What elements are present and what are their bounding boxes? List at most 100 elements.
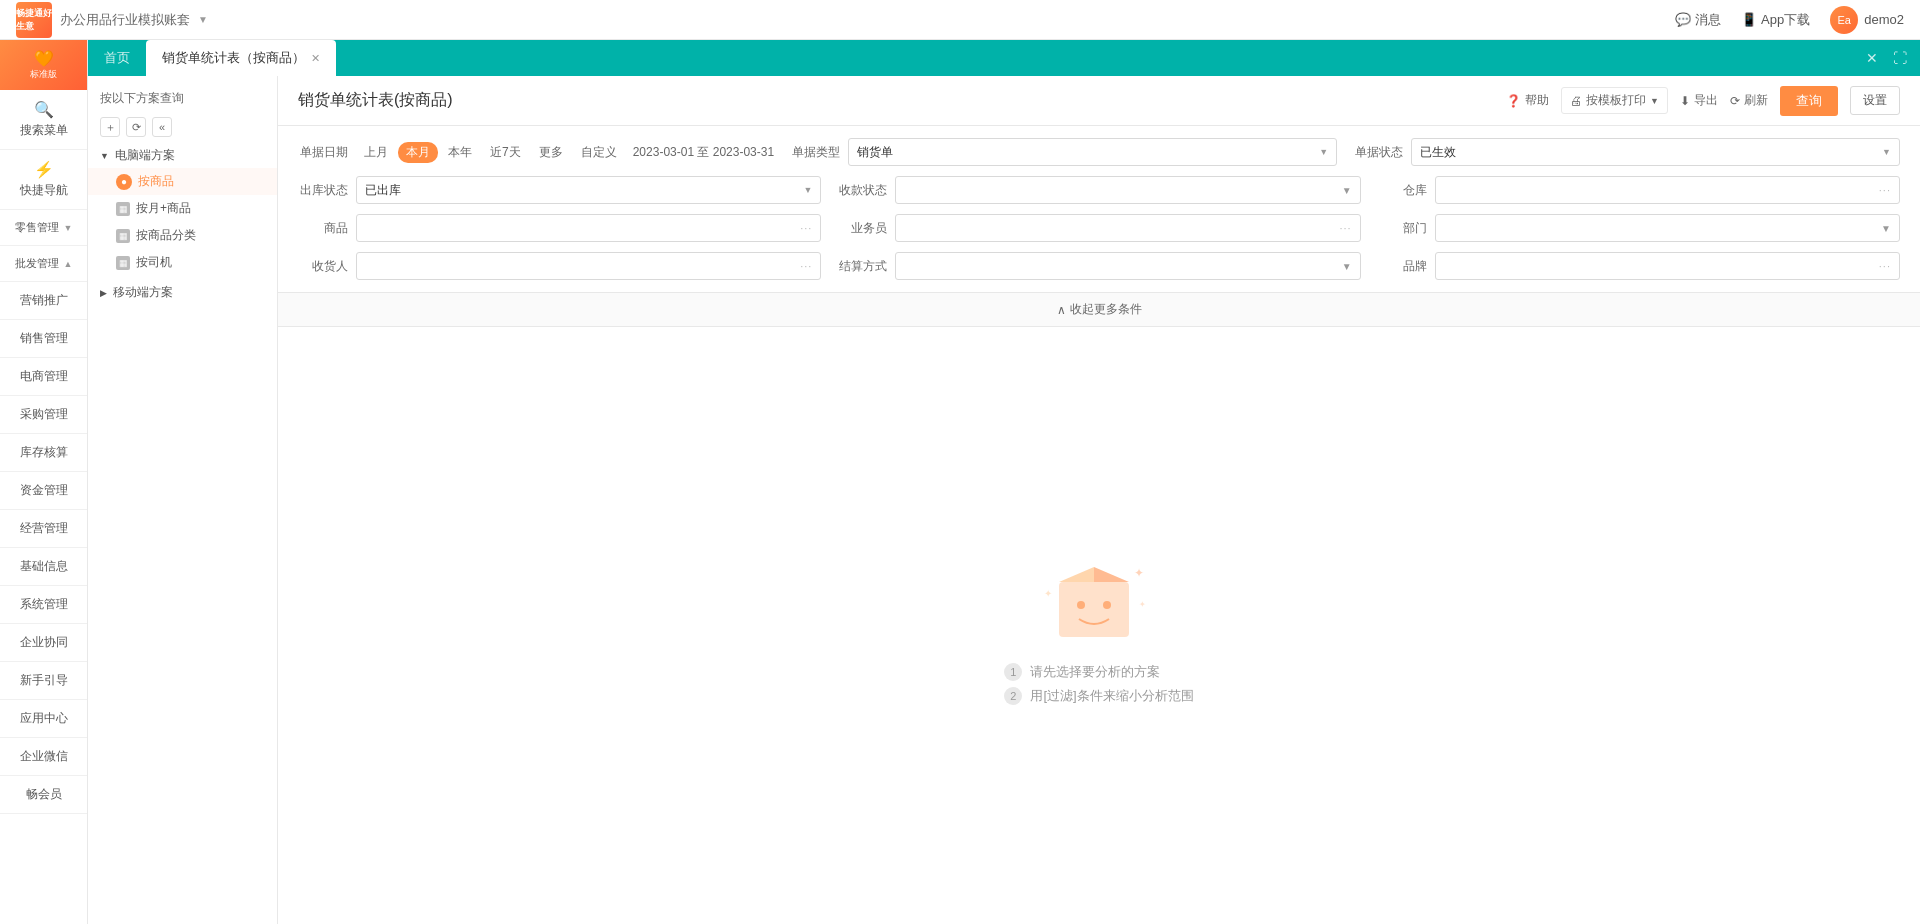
refresh-link[interactable]: ⟳ 刷新 [1730,92,1768,109]
collapse-panel-button[interactable]: « [152,117,172,137]
tab-sales-stats[interactable]: 销货单统计表（按商品） ✕ [146,40,336,76]
date-tab-last-7[interactable]: 近7天 [482,142,529,163]
app-download-button[interactable]: 📱 App下载 [1741,11,1810,29]
sidebar-item-guide[interactable]: 新手引导 [0,662,87,700]
filter-row-4: 收货人 ··· 结算方式 ▼ [298,252,1900,280]
tree-item-by-category[interactable]: ▦ 按商品分类 [88,222,277,249]
sidebar-item-finance[interactable]: 资金管理 [0,472,87,510]
doc-status-field: 单据状态 已生效 ▼ [1353,138,1900,166]
sidebar-item-operations[interactable]: 经营管理 [0,510,87,548]
brand-input[interactable]: ··· [1435,252,1900,280]
tree-item-driver-label: 按司机 [136,254,172,271]
sidebar-item-wholesale[interactable]: 批发管理 ▲ [0,246,87,282]
settings-button[interactable]: 设置 [1850,86,1900,115]
sidebar-item-marketing[interactable]: 营销推广 [0,282,87,320]
hint-num-2: 2 [1004,687,1022,705]
payment-status-input[interactable]: ▼ [895,176,1360,204]
date-tab-prev-month[interactable]: 上月 [356,142,396,163]
sidebar-item-system[interactable]: 系统管理 [0,586,87,624]
top-header: 畅捷通好生意 办公用品行业模拟账套 ▼ 💬 消息 📱 App下载 Ea demo… [0,0,1920,40]
tree-item-category-label: 按商品分类 [136,227,196,244]
app-download-label: App下载 [1761,11,1810,29]
logo-text: 畅捷通好生意 [16,7,52,33]
tree-group-mobile[interactable]: ▶ 移动端方案 [88,280,277,305]
sidebar-item-membership[interactable]: 畅会员 [0,776,87,814]
tree-item-by-month-product[interactable]: ▦ 按月+商品 [88,195,277,222]
product-field: 商品 ··· [298,214,821,242]
warehouse-input[interactable]: ··· [1435,176,1900,204]
department-field: 部门 ▼ [1377,214,1900,242]
date-tab-this-year[interactable]: 本年 [440,142,480,163]
date-tab-custom[interactable]: 自定义 [573,142,625,163]
collapse-button[interactable]: ∧ 收起更多条件 [1057,301,1142,318]
main-layout: 🧡 标准版 🔍 搜索菜单 ⚡ 快捷导航 零售管理 ▼ 批发管理 ▲ 营销推广 销… [0,40,1920,924]
recipient-input[interactable]: ··· [356,252,821,280]
product-input[interactable]: ··· [356,214,821,242]
sidebar-item-search[interactable]: 🔍 搜索菜单 [0,90,87,150]
salesperson-label: 业务员 [837,220,887,237]
recipient-field: 收货人 ··· [298,252,821,280]
department-input[interactable]: ▼ [1435,214,1900,242]
tab-sales-label: 销货单统计表（按商品） [162,49,305,67]
template-print-button[interactable]: 🖨 按模板打印 ▼ [1561,87,1668,114]
sidebar-item-sales-label: 销售管理 [20,330,68,347]
message-button[interactable]: 💬 消息 [1675,11,1721,29]
tree-mobile-label: 移动端方案 [113,284,173,301]
win-maximize-icon: ⛶ [1893,50,1907,66]
date-tab-more[interactable]: 更多 [531,142,571,163]
hint-text-2: 用[过滤]条件来缩小分析范围 [1030,687,1193,705]
sidebar-item-sales-mgmt[interactable]: 销售管理 [0,320,87,358]
left-panel-title: 按以下方案查询 [100,90,265,107]
help-label: 帮助 [1525,92,1549,109]
warehouse-status-arrow: ▼ [803,185,812,195]
tab-close-icon[interactable]: ✕ [311,52,320,65]
settlement-input[interactable]: ▼ [895,252,1360,280]
refresh-icon: ⟳ [1730,94,1740,108]
tab-home[interactable]: 首页 [88,40,146,76]
query-button[interactable]: 查询 [1780,86,1838,116]
sidebar-item-basic-info[interactable]: 基础信息 [0,548,87,586]
sidebar-item-enterprise-wechat[interactable]: 企业微信 [0,738,87,776]
tree-item-by-product[interactable]: ● 按商品 [88,168,277,195]
tree-item-by-driver[interactable]: ▦ 按司机 [88,249,277,276]
sidebar-item-quick-nav[interactable]: ⚡ 快捷导航 [0,150,87,210]
sidebar-item-inventory[interactable]: 库存核算 [0,434,87,472]
date-tab-this-month[interactable]: 本月 [398,142,438,163]
window-maximize-button[interactable]: ⛶ [1888,46,1912,70]
empty-state: ✦ ✦ ✦ 1 请先选择要分析的方案 2 用[过滤]条件来缩小分析范围 [278,327,1920,924]
sidebar-item-app-center[interactable]: 应用中心 [0,700,87,738]
warehouse-status-select[interactable]: 已出库 ▼ [356,176,821,204]
doc-type-select[interactable]: 销货单 ▼ [848,138,1337,166]
export-link[interactable]: ⬇ 导出 [1680,92,1718,109]
settlement-dropdown-icon: ▼ [1342,261,1352,272]
sidebar-item-system-label: 系统管理 [20,596,68,613]
logo-icon: 🧡 [34,49,54,68]
warehouse-more-icon: ··· [1879,184,1891,196]
collapse-row: ∧ 收起更多条件 [278,293,1920,327]
hint-num-1: 1 [1004,663,1022,681]
brand-field: 品牌 ··· [1377,252,1900,280]
subtitle-dropdown-icon[interactable]: ▼ [198,14,208,25]
sidebar-item-purchase[interactable]: 采购管理 [0,396,87,434]
print-dropdown-icon: ▼ [1650,96,1659,106]
warehouse-status-value: 已出库 [365,182,401,199]
date-label: 单据日期 [298,144,348,161]
sidebar-item-enterprise[interactable]: 企业协同 [0,624,87,662]
export-icon: ⬇ [1680,94,1690,108]
user-menu[interactable]: Ea demo2 [1830,6,1904,34]
empty-illustration: ✦ ✦ ✦ [1039,547,1159,647]
refresh-scheme-button[interactable]: ⟳ [126,117,146,137]
add-scheme-button[interactable]: ＋ [100,117,120,137]
svg-point-4 [1103,601,1111,609]
page-title-bar: 销货单统计表(按商品) ❓ 帮助 🖨 按模板打印 ▼ ⬇ [278,76,1920,126]
salesperson-input[interactable]: ··· [895,214,1360,242]
window-close-button[interactable]: ✕ [1860,46,1884,70]
tree-item-by-product-label: 按商品 [138,173,174,190]
doc-status-select[interactable]: 已生效 ▼ [1411,138,1900,166]
date-field: 单据日期 上月 本月 本年 近7天 更多 自定义 20 [298,142,774,163]
sidebar-item-ecommerce[interactable]: 电商管理 [0,358,87,396]
tree-group-desktop[interactable]: ▼ 电脑端方案 [88,143,277,168]
help-link[interactable]: ❓ 帮助 [1506,92,1549,109]
sidebar-item-retail[interactable]: 零售管理 ▼ [0,210,87,246]
sidebar-item-guide-label: 新手引导 [20,672,68,689]
